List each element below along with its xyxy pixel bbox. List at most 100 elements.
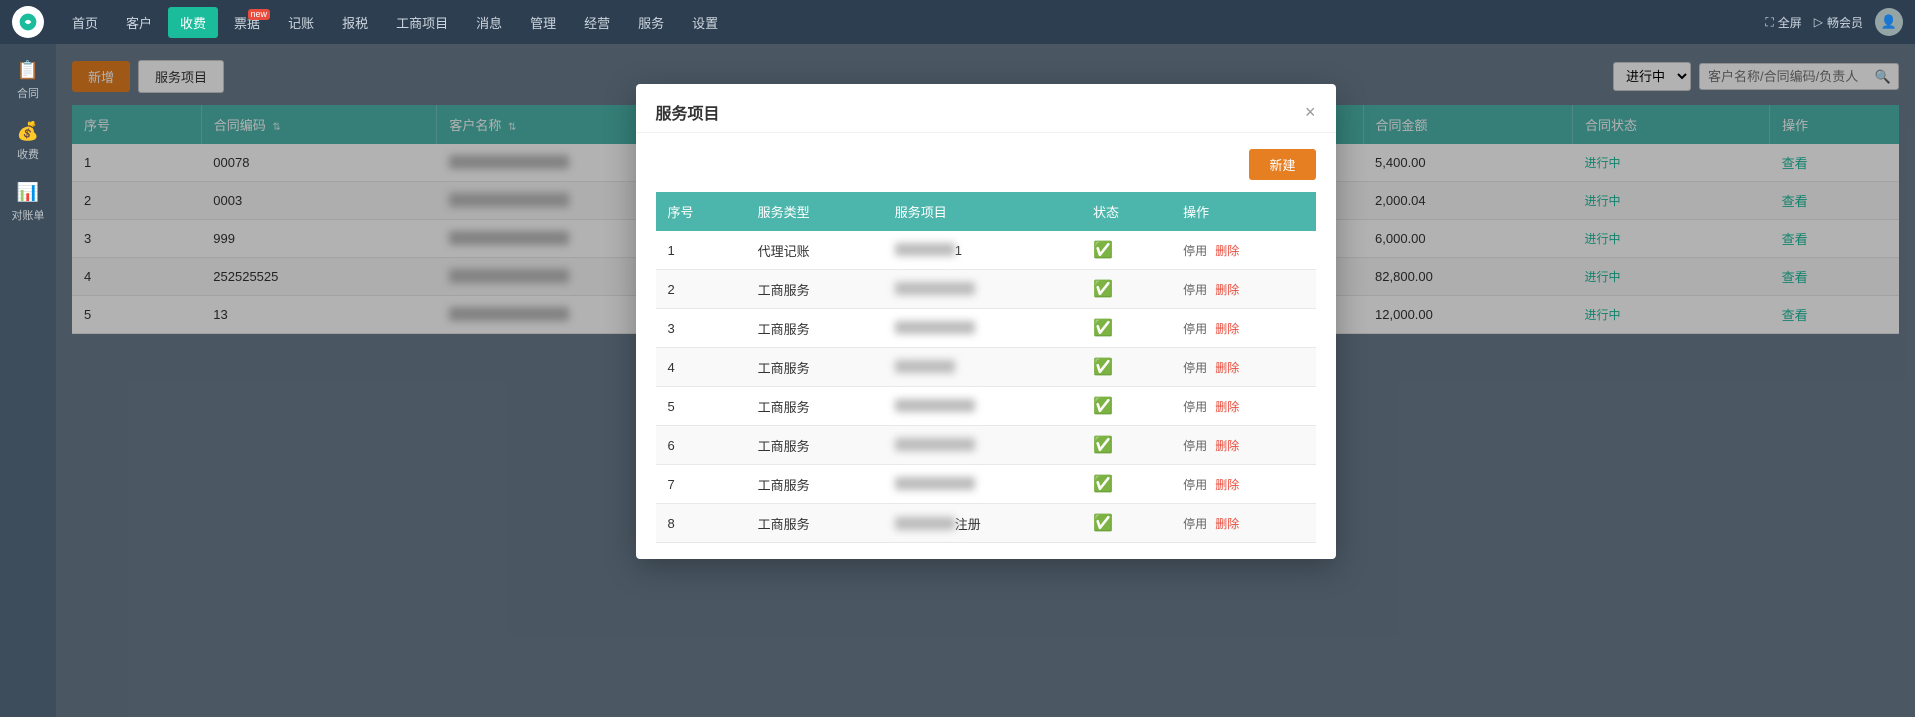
modal-table-row: 1 代理记账 1 ✅ 停用 删除 [656, 231, 1316, 270]
nav-jingying[interactable]: 经营 [572, 7, 622, 38]
modal-cell-action: 停用 删除 [1171, 270, 1315, 309]
modal-cell-status: ✅ [1081, 309, 1171, 348]
sidebar-item-duizhang[interactable]: 📊 对账单 [4, 174, 52, 231]
modal-close-button[interactable]: × [1305, 102, 1316, 123]
nav-baoshui[interactable]: 报税 [330, 7, 380, 38]
delete-button[interactable]: 删除 [1215, 398, 1239, 415]
modal-cell-seq: 8 [656, 504, 746, 543]
modal-cell-item [883, 348, 1081, 387]
modal-cell-status: ✅ [1081, 426, 1171, 465]
modal-cell-item [883, 387, 1081, 426]
fullscreen-button[interactable]: ⛶ 全屏 [1765, 14, 1801, 31]
modal-col-action: 操作 [1171, 192, 1315, 231]
modal-cell-type: 工商服务 [746, 504, 883, 543]
modal-cell-action: 停用 删除 [1171, 504, 1315, 543]
modal-cell-item [883, 465, 1081, 504]
modal-cell-action: 停用 删除 [1171, 465, 1315, 504]
top-nav: 首页 客户 收费 票据 new 记账 报税 工商项目 消息 管理 经营 服务 设… [0, 0, 1915, 44]
stop-button[interactable]: 停用 [1183, 281, 1207, 298]
nav-right: ⛶ 全屏 ▷ 畅会员 👤 [1765, 8, 1903, 36]
nav-shezhi[interactable]: 设置 [680, 7, 730, 38]
nav-items: 首页 客户 收费 票据 new 记账 报税 工商项目 消息 管理 经营 服务 设… [60, 7, 1765, 38]
nav-gongshang[interactable]: 工商项目 [384, 7, 460, 38]
modal-cell-status: ✅ [1081, 231, 1171, 270]
modal-cell-status: ✅ [1081, 387, 1171, 426]
new-badge: new [248, 9, 271, 20]
modal-col-status: 状态 [1081, 192, 1171, 231]
avatar[interactable]: 👤 [1875, 8, 1903, 36]
modal-toolbar: 新建 [656, 149, 1316, 180]
modal-cell-status: ✅ [1081, 270, 1171, 309]
nav-fuwu[interactable]: 服务 [626, 7, 676, 38]
modal-cell-item [883, 426, 1081, 465]
modal-cell-item [883, 270, 1081, 309]
modal-new-button[interactable]: 新建 [1249, 149, 1315, 180]
member-button[interactable]: ▷ 畅会员 [1814, 14, 1863, 31]
stop-button[interactable]: 停用 [1183, 320, 1207, 337]
modal-table-row: 4 工商服务 ✅ 停用 删除 [656, 348, 1316, 387]
modal-table: 序号 服务类型 服务项目 状态 操作 1 代理记账 1 ✅ [656, 192, 1316, 543]
modal-cell-action: 停用 删除 [1171, 426, 1315, 465]
modal-cell-type: 工商服务 [746, 465, 883, 504]
modal-table-wrap[interactable]: 序号 服务类型 服务项目 状态 操作 1 代理记账 1 ✅ [656, 192, 1316, 543]
duizhang-icon: 📊 [17, 182, 39, 203]
modal-table-row: 3 工商服务 ✅ 停用 删除 [656, 309, 1316, 348]
stop-button[interactable]: 停用 [1183, 476, 1207, 493]
modal-cell-type: 代理记账 [746, 231, 883, 270]
shoufei-icon: 💰 [17, 121, 39, 142]
sidebar-item-contract[interactable]: 📋 合同 [4, 52, 52, 109]
content-area: 新增 服务项目 进行中 已完成 全部 🔍 序号 合同编码 ⇅ [56, 44, 1915, 717]
logo[interactable] [12, 6, 44, 38]
modal-cell-action: 停用 删除 [1171, 348, 1315, 387]
contract-icon: 📋 [17, 60, 39, 81]
modal-cell-item [883, 309, 1081, 348]
stop-button[interactable]: 停用 [1183, 515, 1207, 532]
modal-cell-action: 停用 删除 [1171, 309, 1315, 348]
modal-cell-status: ✅ [1081, 504, 1171, 543]
modal-table-row: 2 工商服务 ✅ 停用 删除 [656, 270, 1316, 309]
modal-body: 新建 序号 服务类型 服务项目 状态 操作 [636, 133, 1336, 559]
modal: 服务项目 × 新建 序号 服务类型 服务项目 [636, 84, 1336, 559]
modal-cell-type: 工商服务 [746, 270, 883, 309]
sidebar: 📋 合同 💰 收费 📊 对账单 [0, 44, 56, 717]
main-layout: 📋 合同 💰 收费 📊 对账单 新增 服务项目 进行中 已完成 全部 [0, 44, 1915, 717]
stop-button[interactable]: 停用 [1183, 359, 1207, 376]
modal-col-item: 服务项目 [883, 192, 1081, 231]
delete-button[interactable]: 删除 [1215, 476, 1239, 493]
nav-guanli[interactable]: 管理 [518, 7, 568, 38]
modal-cell-type: 工商服务 [746, 348, 883, 387]
modal-title: 服务项目 [656, 100, 720, 124]
modal-col-type: 服务类型 [746, 192, 883, 231]
nav-jizhang[interactable]: 记账 [276, 7, 326, 38]
sidebar-item-shoufei[interactable]: 💰 收费 [4, 113, 52, 170]
stop-button[interactable]: 停用 [1183, 398, 1207, 415]
modal-cell-status: ✅ [1081, 348, 1171, 387]
modal-cell-seq: 1 [656, 231, 746, 270]
delete-button[interactable]: 删除 [1215, 437, 1239, 454]
nav-shoufei[interactable]: 收费 [168, 7, 218, 38]
modal-cell-seq: 6 [656, 426, 746, 465]
nav-piaoju[interactable]: 票据 new [222, 7, 272, 38]
modal-cell-seq: 4 [656, 348, 746, 387]
delete-button[interactable]: 删除 [1215, 359, 1239, 376]
modal-table-row: 7 工商服务 ✅ 停用 删除 [656, 465, 1316, 504]
modal-cell-status: ✅ [1081, 465, 1171, 504]
nav-xiaoxi[interactable]: 消息 [464, 7, 514, 38]
modal-table-row: 8 工商服务 注册 ✅ 停用 删除 [656, 504, 1316, 543]
modal-overlay: 服务项目 × 新建 序号 服务类型 服务项目 [56, 44, 1915, 717]
delete-button[interactable]: 删除 [1215, 320, 1239, 337]
delete-button[interactable]: 删除 [1215, 515, 1239, 532]
nav-customer[interactable]: 客户 [114, 7, 164, 38]
modal-cell-seq: 3 [656, 309, 746, 348]
stop-button[interactable]: 停用 [1183, 242, 1207, 259]
stop-button[interactable]: 停用 [1183, 437, 1207, 454]
modal-cell-type: 工商服务 [746, 426, 883, 465]
nav-home[interactable]: 首页 [60, 7, 110, 38]
modal-cell-seq: 2 [656, 270, 746, 309]
modal-cell-action: 停用 删除 [1171, 387, 1315, 426]
modal-cell-seq: 7 [656, 465, 746, 504]
delete-button[interactable]: 删除 [1215, 281, 1239, 298]
delete-button[interactable]: 删除 [1215, 242, 1239, 259]
modal-cell-action: 停用 删除 [1171, 231, 1315, 270]
modal-header: 服务项目 × [636, 84, 1336, 133]
